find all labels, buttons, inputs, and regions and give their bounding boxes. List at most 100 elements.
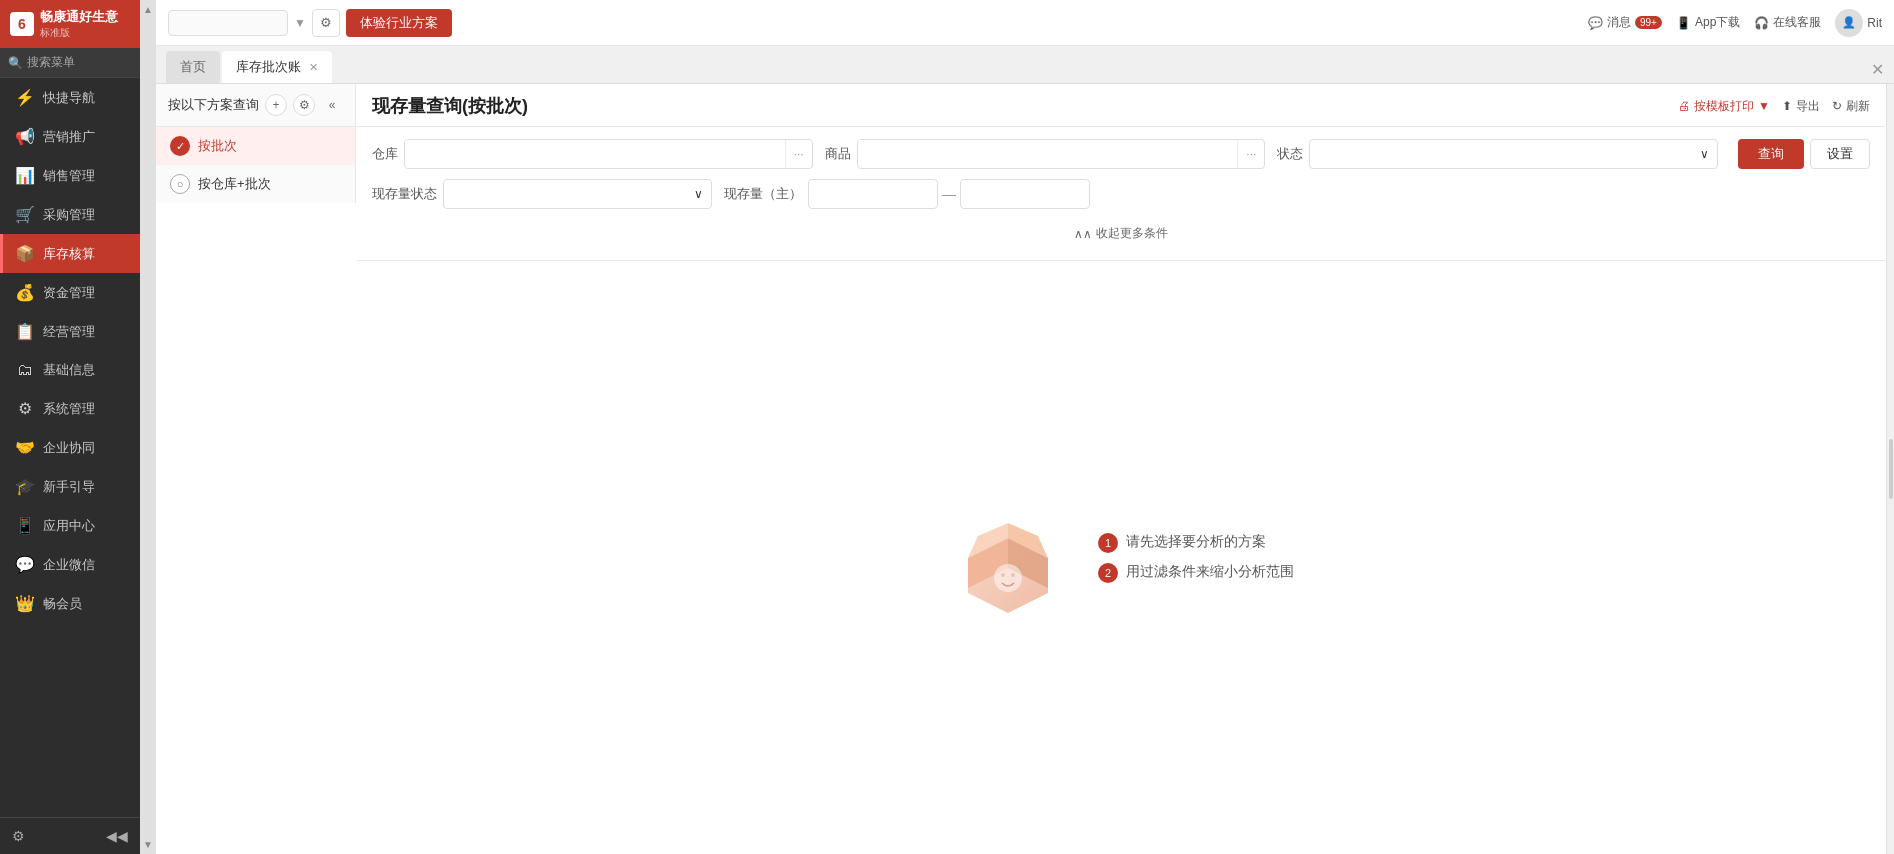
inventory-icon: 📦 (15, 244, 35, 263)
goods-filter: 商品 ··· (825, 139, 1266, 169)
scheme-item-by-warehouse-batch[interactable]: ○ 按仓库+批次 (156, 165, 355, 203)
sidebar-footer: ⚙ ◀◀ (0, 817, 140, 854)
inventory-qty-label: 现存量（主） (724, 185, 802, 203)
inventory-qty-max-input[interactable] (960, 179, 1090, 209)
collapse-sidebar-icon[interactable]: ◀◀ (106, 828, 128, 844)
finance-label: 资金管理 (43, 284, 95, 302)
online-service-label: 在线客服 (1773, 14, 1821, 31)
sidebar-item-marketing[interactable]: 📢 营销推广 (0, 117, 140, 156)
main-area: ▼ ⚙ 体验行业方案 💬 消息 99+ 📱 App下载 🎧 在线客服 (156, 0, 1894, 854)
purchase-icon: 🛒 (15, 205, 35, 224)
apps-label: 应用中心 (43, 517, 95, 535)
sidebar-item-member[interactable]: 👑 畅会员 (0, 584, 140, 623)
collapse-panel-button[interactable]: « (321, 94, 343, 116)
warehouse-more-btn[interactable]: ··· (785, 140, 812, 168)
left-panel-actions: + ⚙ « (265, 94, 343, 116)
tab-close-button[interactable]: ✕ (1871, 60, 1884, 79)
export-label: 导出 (1796, 98, 1820, 115)
sidebar-item-purchase[interactable]: 🛒 采购管理 (0, 195, 140, 234)
page-title: 现存量查询(按批次) (372, 94, 528, 118)
app-title-block: 畅康通好生意 标准版 (40, 8, 118, 40)
status-filter: 状态 ∨ (1277, 139, 1718, 169)
tab-inventory-batch[interactable]: 库存批次账 ✕ (222, 51, 332, 83)
enterprise-label: 企业协同 (43, 439, 95, 457)
status-select[interactable]: ∨ (1309, 139, 1718, 169)
sidebar-item-inventory[interactable]: 📦 库存核算 (0, 234, 140, 273)
sidebar-item-wechat[interactable]: 💬 企业微信 (0, 545, 140, 584)
topbar-left: ▼ ⚙ 体验行业方案 (168, 9, 1580, 37)
close-page-icon: ✕ (1871, 60, 1884, 79)
right-scrollbar[interactable] (1886, 84, 1894, 854)
page-title-bar: 现存量查询(按批次) 🖨 按模板打印 ▼ ⬆ 导出 ↻ 刷新 (356, 84, 1886, 127)
tab-home[interactable]: 首页 (166, 51, 220, 83)
messages-button[interactable]: 💬 消息 99+ (1588, 14, 1662, 31)
apps-icon: 📱 (15, 516, 35, 535)
scroll-up-arrow[interactable]: ▲ (143, 4, 153, 15)
empty-illustration (948, 498, 1068, 618)
sidebar-item-apps[interactable]: 📱 应用中心 (0, 506, 140, 545)
system-label: 系统管理 (43, 400, 95, 418)
settings-gear-button[interactable]: ⚙ (312, 9, 340, 37)
sidebar-scroll-buttons: ▲ ▼ (140, 0, 156, 854)
print-button[interactable]: 🖨 按模板打印 ▼ (1678, 98, 1770, 115)
sidebar-item-finance[interactable]: 💰 资金管理 (0, 273, 140, 312)
sidebar-item-sales[interactable]: 📊 销售管理 (0, 156, 140, 195)
sidebar-item-shortcuts[interactable]: ⚡ 快捷导航 (0, 78, 140, 117)
sidebar-item-basic[interactable]: 🗂 基础信息 (0, 351, 140, 389)
scheme-warehouse-label: 按仓库+批次 (198, 175, 271, 193)
goods-input-container[interactable]: ··· (857, 139, 1266, 169)
page-title-actions: 🖨 按模板打印 ▼ ⬆ 导出 ↻ 刷新 (1678, 98, 1870, 115)
messages-label: 消息 (1607, 14, 1631, 31)
settings-button[interactable]: 设置 (1810, 139, 1870, 169)
scroll-down-arrow[interactable]: ▼ (143, 839, 153, 850)
empty-tips: 1 请先选择要分析的方案 2 用过滤条件来缩小分析范围 (1098, 533, 1294, 583)
goods-input[interactable] (858, 140, 1238, 168)
collapse-conditions-button[interactable]: ∧∧ 收起更多条件 (372, 219, 1870, 248)
scheme-item-by-batch[interactable]: ✓ 按批次 (156, 127, 355, 165)
sidebar-item-newcomer[interactable]: 🎓 新手引导 (0, 467, 140, 506)
left-panel-wrapper: 按以下方案查询 + ⚙ « ✓ 按批次 (156, 84, 356, 854)
online-service-button[interactable]: 🎧 在线客服 (1754, 14, 1821, 31)
inventory-status-select[interactable]: ∨ (443, 179, 712, 209)
search-input[interactable] (168, 10, 288, 36)
gear-icon: ⚙ (320, 15, 332, 30)
tip-text-2: 用过滤条件来缩小分析范围 (1126, 563, 1294, 581)
topbar-right: 💬 消息 99+ 📱 App下载 🎧 在线客服 👤 Rit (1588, 9, 1882, 37)
inventory-qty-min-input[interactable] (808, 179, 938, 209)
sidebar-item-enterprise[interactable]: 🤝 企业协同 (0, 428, 140, 467)
sidebar-header: 6 畅康通好生意 标准版 (0, 0, 140, 48)
print-chevron-icon: ▼ (1758, 99, 1770, 113)
shortcuts-label: 快捷导航 (43, 89, 95, 107)
refresh-button[interactable]: ↻ 刷新 (1832, 98, 1870, 115)
app-download-button[interactable]: 📱 App下载 (1676, 14, 1740, 31)
export-button[interactable]: ⬆ 导出 (1782, 98, 1820, 115)
sidebar-item-system[interactable]: ⚙ 系统管理 (0, 389, 140, 428)
scheme-settings-button[interactable]: ⚙ (293, 94, 315, 116)
user-name: Rit (1867, 16, 1882, 30)
app-download-label: App下载 (1695, 14, 1740, 31)
sidebar-item-operations[interactable]: 📋 经营管理 (0, 312, 140, 351)
left-panel-header: 按以下方案查询 + ⚙ « (156, 84, 355, 127)
scheme-batch-label: 按批次 (198, 137, 237, 155)
search-menu-item[interactable]: 🔍 搜索菜单 (0, 48, 140, 78)
refresh-icon: ↻ (1832, 99, 1842, 113)
user-profile-button[interactable]: 👤 Rit (1835, 9, 1882, 37)
member-icon: 👑 (15, 594, 35, 613)
goods-label: 商品 (825, 145, 851, 163)
goods-more-btn[interactable]: ··· (1237, 140, 1264, 168)
sidebar-nav: ⚡ 快捷导航 📢 营销推广 📊 销售管理 🛒 采购管理 📦 库存核算 💰 资金管… (0, 78, 140, 817)
newcomer-icon: 🎓 (15, 477, 35, 496)
experience-button[interactable]: 体验行业方案 (346, 9, 452, 37)
warehouse-input-container[interactable]: ··· (404, 139, 813, 169)
collapse-icon: « (329, 98, 336, 112)
query-button[interactable]: 查询 (1738, 139, 1804, 169)
add-scheme-button[interactable]: + (265, 94, 287, 116)
wechat-icon: 💬 (15, 555, 35, 574)
tab-close-icon[interactable]: ✕ (309, 61, 318, 74)
settings-footer-icon[interactable]: ⚙ (12, 828, 25, 844)
svg-point-5 (1011, 573, 1015, 577)
status-chevron-icon: ∨ (1700, 147, 1709, 161)
warehouse-input[interactable] (405, 140, 785, 168)
print-label: 按模板打印 (1694, 98, 1754, 115)
service-icon: 🎧 (1754, 16, 1769, 30)
